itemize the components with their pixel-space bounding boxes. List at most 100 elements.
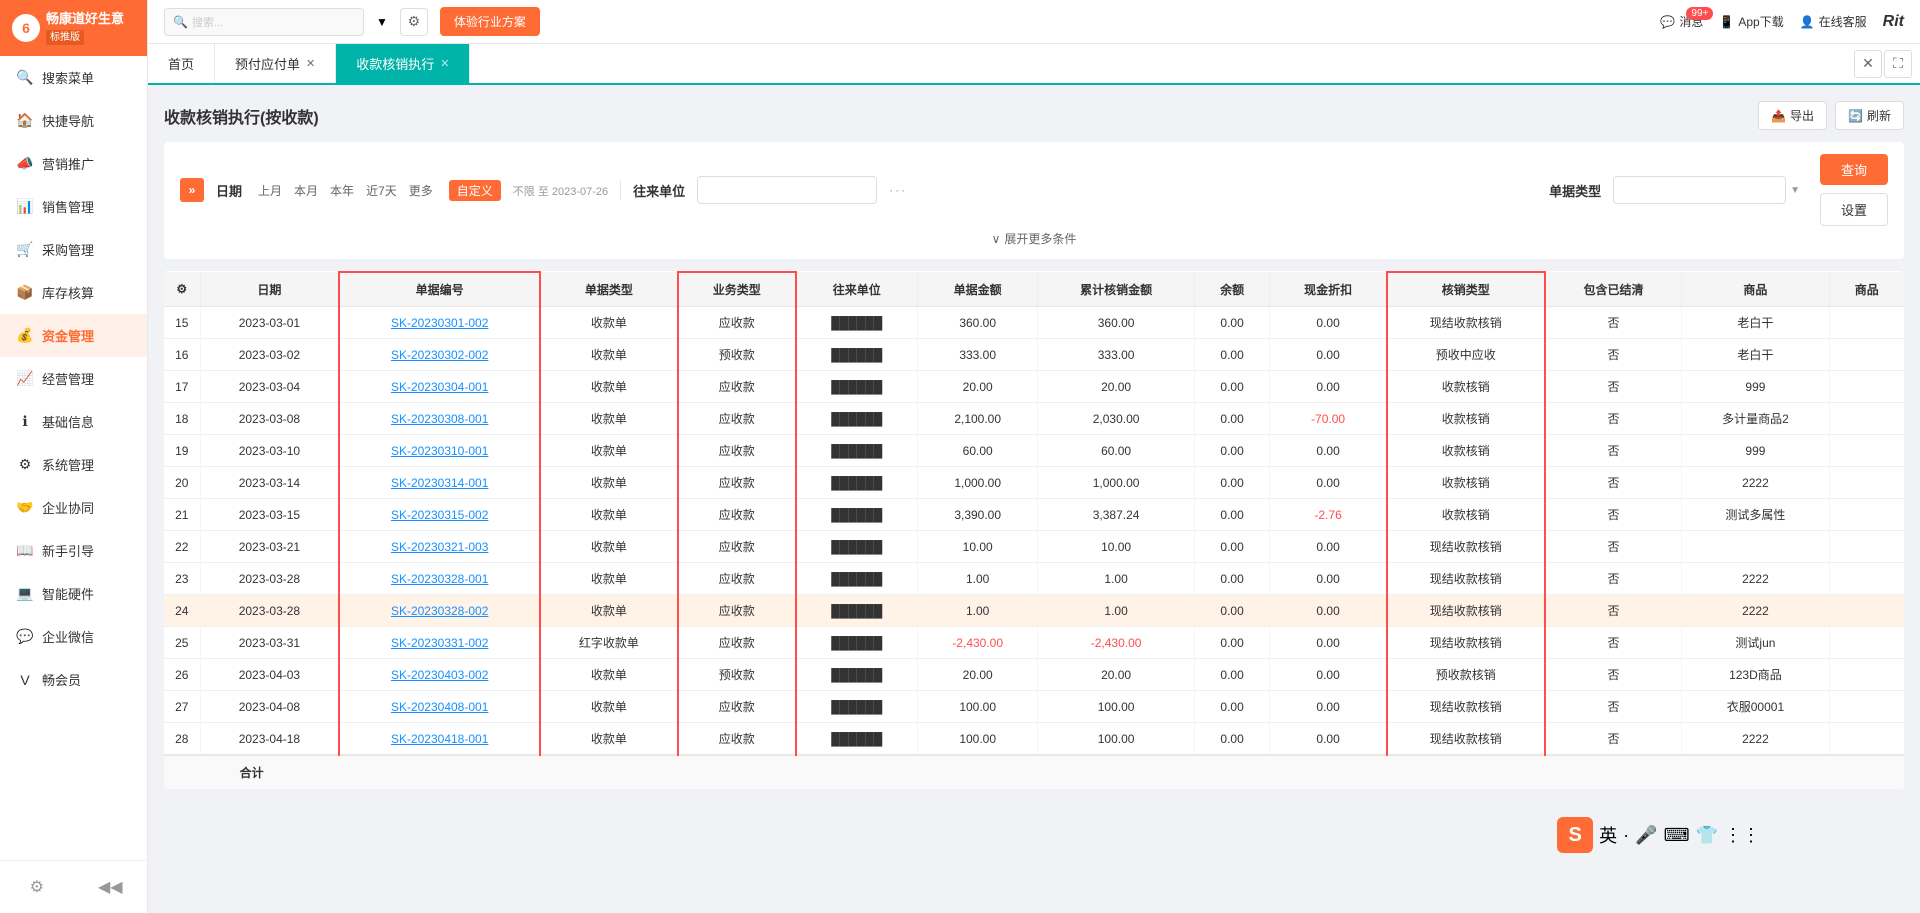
cell-discount: 0.00 — [1270, 595, 1387, 627]
sidebar-item-企业协同[interactable]: 🤝企业协同 — [0, 486, 147, 529]
cell-biz-type: 应收款 — [678, 563, 796, 595]
settings-bottom-icon[interactable]: ⚙ — [21, 871, 53, 903]
cell-bill-no[interactable]: SK-20230310-001 — [339, 435, 540, 467]
partner-input[interactable] — [697, 176, 877, 204]
s-icon-4[interactable]: ⌨ — [1664, 825, 1690, 846]
col-goods2: 商品 — [1829, 272, 1904, 307]
date-custom-btn[interactable]: 自定义 — [449, 180, 501, 201]
date-quick-更多[interactable]: 更多 — [405, 180, 437, 201]
cell-bill-no[interactable]: SK-20230408-001 — [339, 691, 540, 723]
topbar-gear-btn[interactable]: ⚙ — [400, 8, 428, 36]
collapse-sidebar-icon[interactable]: ◀◀ — [94, 871, 126, 903]
col-settings[interactable]: ⚙ — [164, 272, 200, 307]
date-quick-近7天[interactable]: 近7天 — [362, 180, 401, 201]
sidebar-item-企业微信[interactable]: 💬企业微信 — [0, 615, 147, 658]
cell-settled: 否 — [1545, 627, 1682, 659]
cell-bill-no[interactable]: SK-20230321-003 — [339, 531, 540, 563]
cell-balance: 0.00 — [1194, 627, 1270, 659]
topbar-msg[interactable]: 💬 消息 99+ — [1660, 13, 1703, 30]
cell-partner: ██████ — [796, 595, 918, 627]
date-quick-本月[interactable]: 本月 — [290, 180, 322, 201]
topbar-dropdown[interactable]: ▼ — [376, 15, 388, 29]
cell-bill-type: 收款单 — [540, 691, 678, 723]
cell-discount: 0.00 — [1270, 691, 1387, 723]
s-icon-2[interactable]: · — [1623, 825, 1629, 846]
sidebar-item-搜索菜单[interactable]: 🔍搜索菜单 — [0, 56, 147, 99]
s-icon-5[interactable]: 👕 — [1696, 825, 1718, 846]
cell-date: 2023-03-01 — [200, 307, 339, 339]
sidebar-item-畅会员[interactable]: V畅会员 — [0, 658, 147, 701]
tab-0[interactable]: 首页 — [148, 44, 215, 83]
topbar-service[interactable]: 👤 在线客服 — [1800, 13, 1867, 30]
tab-expand-btn[interactable]: ⛶ — [1884, 50, 1912, 78]
table-scroll[interactable]: ⚙ 日期 单据编号 单据类型 业务类型 往来单位 单据金额 累计核销金额 余额 … — [164, 271, 1904, 789]
expand-more-btn[interactable]: ∨ 展开更多条件 — [992, 230, 1077, 247]
footer-partner — [796, 755, 918, 789]
footer-goods1 — [1682, 755, 1829, 789]
sidebar-item-快捷导航[interactable]: 🏠快捷导航 — [0, 99, 147, 142]
col-date: 日期 — [200, 272, 339, 307]
cell-bill-no[interactable]: SK-20230331-002 — [339, 627, 540, 659]
cell-verify-type: 收款核销 — [1387, 371, 1545, 403]
cell-no: 18 — [164, 403, 200, 435]
cell-bill-no[interactable]: SK-20230328-002 — [339, 595, 540, 627]
sidebar-item-资金管理[interactable]: 💰资金管理 — [0, 314, 147, 357]
service-icon: 👤 — [1800, 15, 1815, 29]
cell-goods1: 老白干 — [1682, 307, 1829, 339]
cell-settled: 否 — [1545, 339, 1682, 371]
filter-settings-btn[interactable]: 设置 — [1820, 193, 1888, 226]
sidebar-item-库存核算[interactable]: 📦库存核算 — [0, 271, 147, 314]
date-quick-上月[interactable]: 上月 — [254, 180, 286, 201]
sidebar-item-系统管理[interactable]: ⚙系统管理 — [0, 443, 147, 486]
cell-biz-type: 应收款 — [678, 371, 796, 403]
cell-bill-no[interactable]: SK-20230418-001 — [339, 723, 540, 756]
filter-expand-btn[interactable]: » — [180, 178, 204, 202]
menu-label: 新手引导 — [42, 541, 94, 560]
tab-close-icon[interactable]: ✕ — [306, 57, 315, 70]
cell-bill-no[interactable]: SK-20230314-001 — [339, 467, 540, 499]
sidebar-item-经营管理[interactable]: 📈经营管理 — [0, 357, 147, 400]
sidebar-item-智能硬件[interactable]: 💻智能硬件 — [0, 572, 147, 615]
cell-bill-no[interactable]: SK-20230304-001 — [339, 371, 540, 403]
cell-biz-type: 应收款 — [678, 499, 796, 531]
filter-dots[interactable]: ··· — [889, 183, 907, 197]
cell-balance: 0.00 — [1194, 371, 1270, 403]
cell-partner: ██████ — [796, 659, 918, 691]
query-btn[interactable]: 查询 — [1820, 154, 1888, 185]
cell-bill-no[interactable]: SK-20230403-002 — [339, 659, 540, 691]
s-icon-3[interactable]: 🎤 — [1635, 825, 1657, 846]
cell-bill-no[interactable]: SK-20230315-002 — [339, 499, 540, 531]
cell-bill-no[interactable]: SK-20230308-001 — [339, 403, 540, 435]
cell-bill-type: 收款单 — [540, 339, 678, 371]
tab-close-all-btn[interactable]: ✕ — [1854, 50, 1882, 78]
sidebar-item-新手引导[interactable]: 📖新手引导 — [0, 529, 147, 572]
cell-goods2 — [1829, 595, 1904, 627]
sidebar-item-销售管理[interactable]: 📊销售管理 — [0, 185, 147, 228]
topbar-app[interactable]: 📱 App下载 — [1719, 13, 1783, 30]
sidebar-item-营销推广[interactable]: 📣营销推广 — [0, 142, 147, 185]
sidebar-item-采购管理[interactable]: 🛒采购管理 — [0, 228, 147, 271]
tab-2[interactable]: 收款核销执行✕ — [336, 44, 470, 83]
receipt-type-input[interactable] — [1613, 176, 1786, 204]
solution-btn[interactable]: 体验行业方案 — [440, 7, 540, 36]
cell-verify-type: 收款核销 — [1387, 435, 1545, 467]
cell-verified: 100.00 — [1038, 691, 1194, 723]
footer-verified — [1038, 755, 1194, 789]
tab-1[interactable]: 预付应付单✕ — [215, 44, 336, 83]
sidebar-item-基础信息[interactable]: ℹ基础信息 — [0, 400, 147, 443]
topbar-user[interactable]: Rit — [1883, 13, 1904, 31]
date-quick-本年[interactable]: 本年 — [326, 180, 358, 201]
cell-no: 16 — [164, 339, 200, 371]
cell-verify-type: 现结收款核销 — [1387, 531, 1545, 563]
export-btn[interactable]: 📤 导出 — [1758, 101, 1827, 130]
s-icon-1[interactable]: 英 — [1599, 822, 1617, 848]
cell-bill-no[interactable]: SK-20230301-002 — [339, 307, 540, 339]
topbar-search[interactable]: 🔍 搜索... — [164, 8, 364, 36]
refresh-btn[interactable]: 🔄 刷新 — [1835, 101, 1904, 130]
cell-goods2 — [1829, 627, 1904, 659]
cell-bill-no[interactable]: SK-20230328-001 — [339, 563, 540, 595]
s-icon-6[interactable]: ⋮⋮ — [1724, 825, 1760, 846]
cell-bill-no[interactable]: SK-20230302-002 — [339, 339, 540, 371]
tab-close-icon[interactable]: ✕ — [440, 57, 449, 70]
menu-label: 搜索菜单 — [42, 68, 94, 87]
